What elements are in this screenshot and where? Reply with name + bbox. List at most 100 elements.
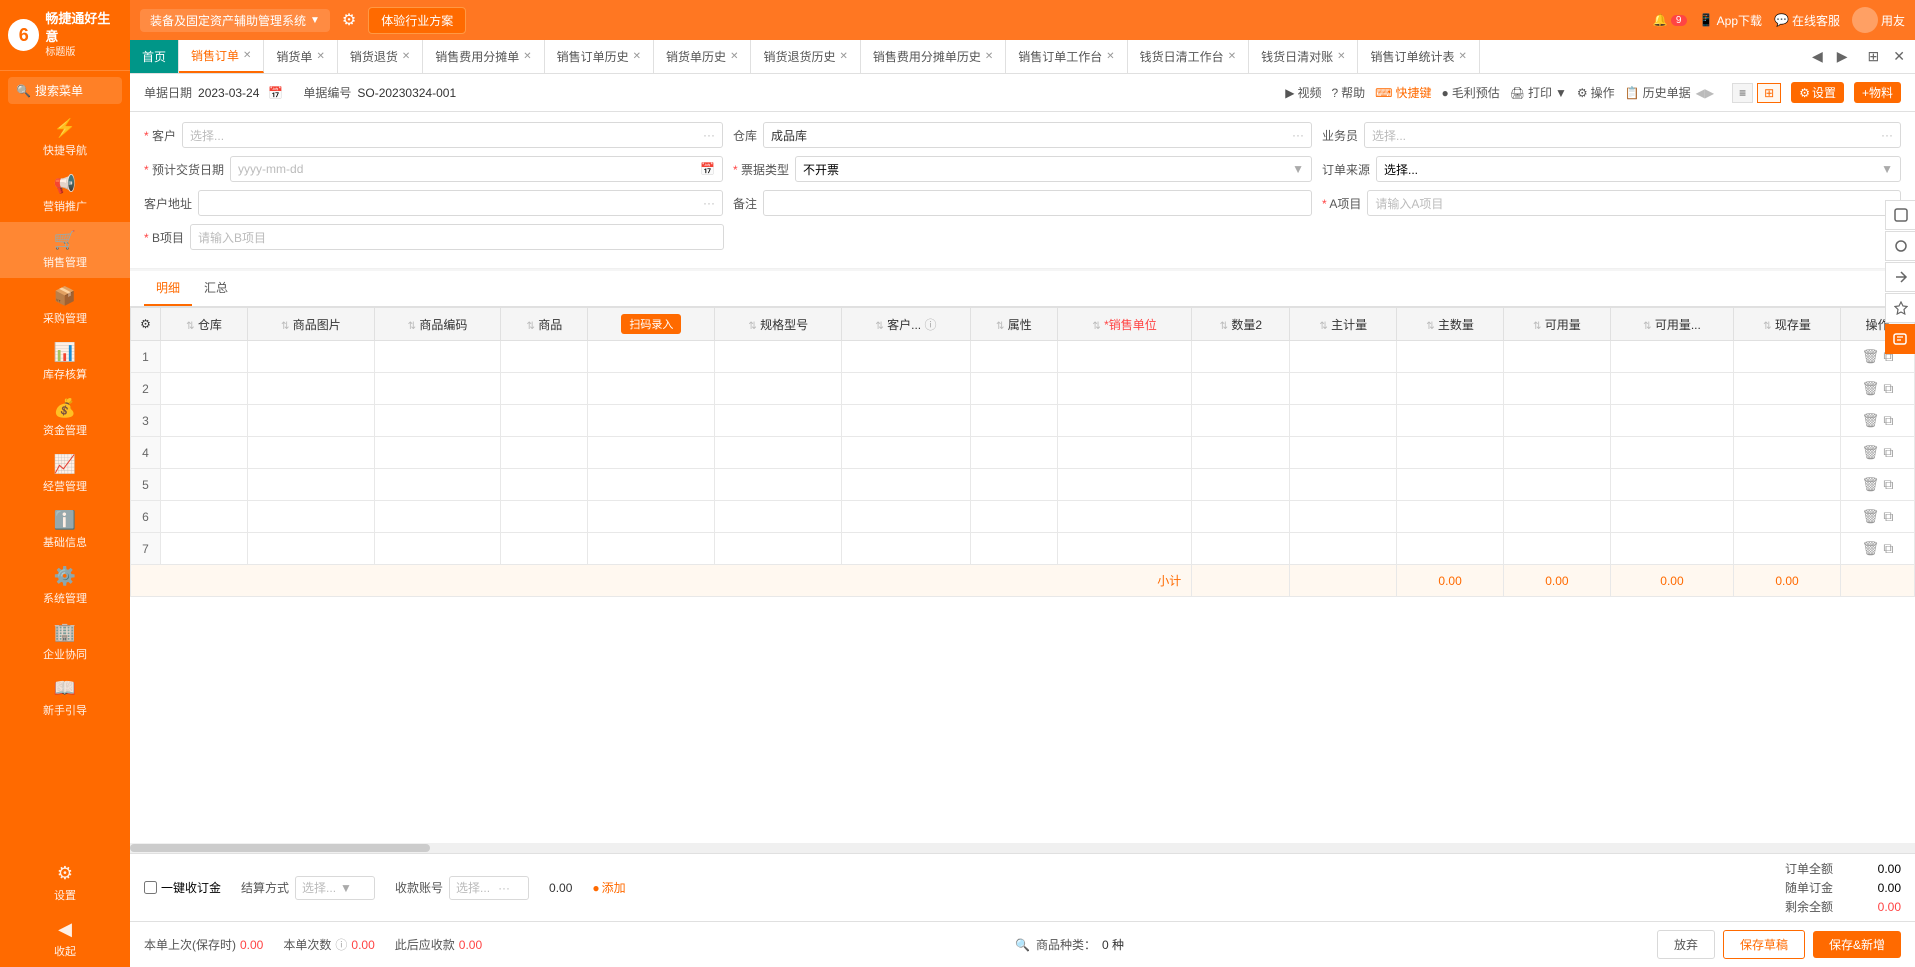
- sidebar-item-guide[interactable]: 📖 新手引导: [0, 670, 130, 726]
- row-unit[interactable]: [1057, 437, 1191, 469]
- row-customer-note[interactable]: [842, 501, 971, 533]
- delete-row-icon[interactable]: 🗑: [1862, 380, 1880, 397]
- sidebar-collapse[interactable]: ◀ 收起: [0, 911, 130, 967]
- row-attr[interactable]: [970, 437, 1057, 469]
- row-warehouse[interactable]: [161, 437, 248, 469]
- row-unit[interactable]: [1057, 405, 1191, 437]
- tab-close-icon[interactable]: ✕: [402, 51, 410, 62]
- row-main-qty[interactable]: [1397, 437, 1504, 469]
- row-qty2[interactable]: [1192, 501, 1290, 533]
- row-warehouse[interactable]: [161, 373, 248, 405]
- th-settings[interactable]: ⚙: [131, 308, 161, 341]
- account-dots-icon[interactable]: ···: [498, 881, 510, 895]
- row-code[interactable]: [374, 341, 501, 373]
- tab-sales-invoice[interactable]: 销货单 ✕: [264, 40, 337, 73]
- customer-input[interactable]: 选择... ···: [182, 122, 723, 148]
- tab-close-icon[interactable]: ✕: [839, 51, 847, 62]
- row-customer-note[interactable]: [842, 437, 971, 469]
- tab-close-icon[interactable]: ✕: [316, 51, 324, 62]
- row-customer-note[interactable]: [842, 469, 971, 501]
- tab-detail[interactable]: 明细: [144, 271, 192, 306]
- search-menu-button[interactable]: 🔍 搜索菜单: [8, 77, 122, 104]
- warehouse-input[interactable]: 成品库 ···: [763, 122, 1312, 148]
- right-panel-btn-5[interactable]: [1885, 324, 1915, 354]
- table-view-icon[interactable]: ⊞: [1757, 83, 1781, 103]
- tab-close-icon[interactable]: ✕: [1337, 51, 1345, 62]
- row-qty2[interactable]: [1192, 437, 1290, 469]
- shortcut-action[interactable]: ⌨ 快捷键: [1375, 84, 1431, 101]
- tab-close-icon[interactable]: ✕: [1106, 51, 1114, 62]
- tab-sales-order[interactable]: 销售订单 ✕: [179, 40, 264, 73]
- row-attr[interactable]: [970, 405, 1057, 437]
- tab-invoice-history[interactable]: 销货单历史 ✕: [654, 40, 751, 73]
- scrollbar-thumb[interactable]: [130, 844, 430, 852]
- tab-sales-stats[interactable]: 销售订单统计表 ✕: [1358, 40, 1479, 73]
- tab-summary[interactable]: 汇总: [192, 271, 240, 306]
- row-unit[interactable]: [1057, 533, 1191, 565]
- row-main-unit[interactable]: [1290, 341, 1397, 373]
- view-action[interactable]: ▶ 视频: [1285, 84, 1321, 101]
- delete-row-icon[interactable]: 🗑: [1862, 444, 1880, 461]
- row-main-qty[interactable]: [1397, 341, 1504, 373]
- row-customer-note[interactable]: [842, 533, 971, 565]
- history-action[interactable]: 📋 历史单据 ◀▶: [1625, 84, 1714, 101]
- delete-row-icon[interactable]: 🗑: [1862, 348, 1880, 365]
- customer-dots-icon[interactable]: ···: [703, 128, 715, 142]
- copy-row-icon[interactable]: ⧉: [1883, 540, 1893, 557]
- sidebar-settings[interactable]: ⚙ 设置: [0, 855, 130, 911]
- row-main-qty[interactable]: [1397, 405, 1504, 437]
- table-scrollbar[interactable]: [130, 843, 1915, 853]
- copy-row-icon[interactable]: ⧉: [1883, 380, 1893, 397]
- row-qty2[interactable]: [1192, 533, 1290, 565]
- delete-row-icon[interactable]: 🗑: [1862, 540, 1880, 557]
- a-project-input[interactable]: 请输入A项目: [1367, 190, 1901, 216]
- invoice-type-select[interactable]: 不开票 ▼: [795, 156, 1312, 182]
- row-warehouse[interactable]: [161, 533, 248, 565]
- row-product[interactable]: [501, 373, 588, 405]
- copy-row-icon[interactable]: ⧉: [1883, 508, 1893, 525]
- row-product[interactable]: [501, 501, 588, 533]
- copy-row-icon[interactable]: ⧉: [1883, 476, 1893, 493]
- row-code[interactable]: [374, 437, 501, 469]
- table-settings-icon[interactable]: ⚙: [140, 317, 151, 331]
- right-panel-btn-2[interactable]: [1885, 231, 1915, 261]
- row-warehouse[interactable]: [161, 501, 248, 533]
- tab-daily-workbench[interactable]: 钱货日清工作台 ✕: [1128, 40, 1249, 73]
- row-product[interactable]: [501, 533, 588, 565]
- copy-row-icon[interactable]: ⧉: [1883, 444, 1893, 461]
- tab-close-icon[interactable]: ✕: [730, 51, 738, 62]
- sidebar-item-marketing[interactable]: 📢 营销推广: [0, 166, 130, 222]
- row-unit[interactable]: [1057, 469, 1191, 501]
- profit-action[interactable]: ● 毛利预估: [1442, 84, 1500, 101]
- calendar-icon[interactable]: 📅: [268, 86, 283, 100]
- row-main-qty[interactable]: [1397, 501, 1504, 533]
- right-panel-btn-1[interactable]: [1885, 200, 1915, 230]
- settings-gear-icon[interactable]: ⚙: [338, 6, 360, 34]
- row-customer-note[interactable]: [842, 373, 971, 405]
- one-click-checkout-checkbox[interactable]: [144, 881, 157, 894]
- one-click-checkout-label[interactable]: 一键收订金: [144, 879, 221, 896]
- row-code[interactable]: [374, 405, 501, 437]
- row-main-unit[interactable]: [1290, 437, 1397, 469]
- row-spec[interactable]: [715, 373, 842, 405]
- address-input[interactable]: ···: [198, 190, 723, 216]
- tab-expense-history[interactable]: 销售费用分摊单历史 ✕: [861, 40, 1006, 73]
- row-spec[interactable]: [715, 341, 842, 373]
- row-main-qty[interactable]: [1397, 533, 1504, 565]
- tab-return-history[interactable]: 销货退货历史 ✕: [751, 40, 860, 73]
- b-project-input[interactable]: 请输入B项目: [190, 224, 724, 250]
- row-qty2[interactable]: [1192, 405, 1290, 437]
- sidebar-item-quick-nav[interactable]: ⚡ 快捷导航: [0, 110, 130, 166]
- tab-close-all-button[interactable]: ✕: [1887, 46, 1911, 67]
- sidebar-item-inventory[interactable]: 📊 库存核算: [0, 334, 130, 390]
- add-material-button[interactable]: +物料: [1854, 82, 1901, 103]
- row-main-qty[interactable]: [1397, 373, 1504, 405]
- tab-close-icon[interactable]: ✕: [985, 51, 993, 62]
- tab-sales-expense[interactable]: 销售费用分摊单 ✕: [423, 40, 544, 73]
- row-spec[interactable]: [715, 437, 842, 469]
- account-select[interactable]: 选择... ···: [449, 876, 529, 900]
- settings-action-button[interactable]: ⚙ 设置: [1791, 82, 1844, 103]
- row-warehouse[interactable]: [161, 405, 248, 437]
- row-code[interactable]: [374, 469, 501, 501]
- date-picker-icon[interactable]: 📅: [700, 162, 715, 176]
